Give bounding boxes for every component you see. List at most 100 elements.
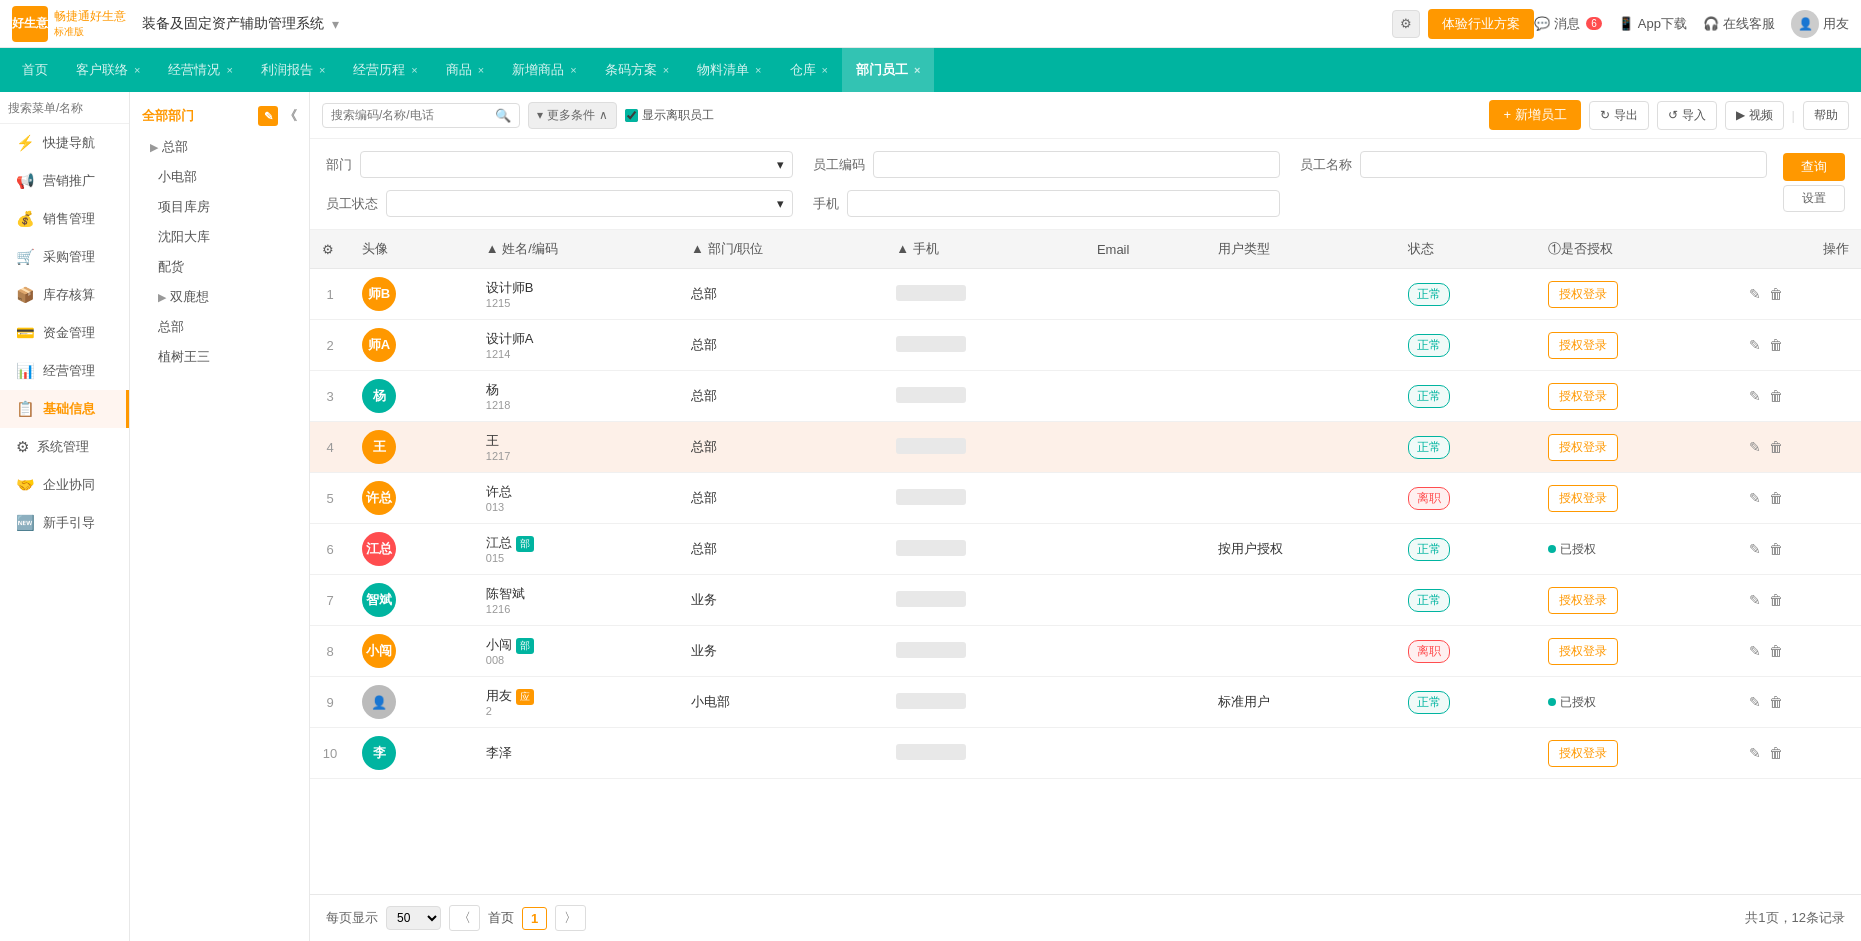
dept-item-沈阳大库[interactable]: 沈阳大库 [130,222,309,252]
nav-tab-新增商品[interactable]: 新增商品 × [498,48,590,92]
sidebar-item-system[interactable]: ⚙系统管理 [0,428,129,466]
show-resigned-input[interactable] [625,109,638,122]
delete-button[interactable]: 🗑 [1769,388,1783,404]
export-button[interactable]: ↻ 导出 [1589,101,1649,130]
dropdown-arrow-icon[interactable]: ▾ [332,16,339,32]
dept-item-总部[interactable]: 总部 [130,312,309,342]
close-tab-icon[interactable]: × [914,64,920,76]
prev-page-button[interactable]: 〈 [449,905,480,931]
col-phone[interactable]: ▲ 手机 [884,230,1085,269]
sidebar-item-guide[interactable]: 🆕新手引导 [0,504,129,542]
dept-item-总部[interactable]: ▶总部 [130,132,309,162]
emp-status-select[interactable]: ▾ [386,190,793,217]
edit-button[interactable]: ✎ [1749,439,1761,455]
sidebar-item-finance[interactable]: 💳资金管理 [0,314,129,352]
sidebar-item-marketing[interactable]: 📢营销推广 [0,162,129,200]
sidebar-item-basic[interactable]: 📋基础信息 [0,390,129,428]
nav-tab-商品[interactable]: 商品 × [432,48,498,92]
dept-item-双鹿想[interactable]: ▶双鹿想 [130,282,309,312]
sidebar-item-quick-nav[interactable]: ⚡快捷导航 [0,124,129,162]
delete-button[interactable]: 🗑 [1769,337,1783,353]
sidebar-item-operations[interactable]: 📊经营管理 [0,352,129,390]
nav-tab-经营历程[interactable]: 经营历程 × [339,48,431,92]
nav-tab-利润报告[interactable]: 利润报告 × [247,48,339,92]
delete-button[interactable]: 🗑 [1769,592,1783,608]
close-tab-icon[interactable]: × [411,64,417,76]
user-avatar[interactable]: 👤 用友 [1791,10,1849,38]
nav-tab-物料清单[interactable]: 物料清单 × [683,48,775,92]
add-employee-button[interactable]: + 新增员工 [1489,100,1580,130]
close-tab-icon[interactable]: × [663,64,669,76]
sidebar-item-collab[interactable]: 🤝企业协同 [0,466,129,504]
col-dept[interactable]: ▲ 部门/职位 [679,230,884,269]
delete-button[interactable]: 🗑 [1769,745,1783,761]
col-name[interactable]: ▲ 姓名/编码 [474,230,679,269]
delete-button[interactable]: 🗑 [1769,541,1783,557]
auth-button[interactable]: 授权登录 [1548,281,1618,308]
close-tab-icon[interactable]: × [822,64,828,76]
dept-filter-select[interactable]: ▾ [360,151,793,178]
auth-button[interactable]: 授权登录 [1548,332,1618,359]
delete-button[interactable]: 🗑 [1769,643,1783,659]
auth-button[interactable]: 授权登录 [1548,383,1618,410]
query-button[interactable]: 查询 [1783,153,1845,181]
gear-button[interactable]: ⚙ [1392,10,1420,38]
close-tab-icon[interactable]: × [319,64,325,76]
auth-button[interactable]: 授权登录 [1548,638,1618,665]
show-resigned-checkbox[interactable]: 显示离职员工 [625,107,714,124]
sidebar-item-purchase[interactable]: 🛒采购管理 [0,238,129,276]
edit-button[interactable]: ✎ [1749,388,1761,404]
online-service-button[interactable]: 🎧 在线客服 [1703,15,1775,33]
dept-collapse-button[interactable]: 《 [284,107,297,125]
more-filter-button[interactable]: ▾ 更多条件 ∧ [528,102,617,129]
view-button[interactable]: ▶ 视频 [1725,101,1784,130]
edit-button[interactable]: ✎ [1749,541,1761,557]
delete-button[interactable]: 🗑 [1769,490,1783,506]
help-button[interactable]: 帮助 [1803,101,1849,130]
emp-code-input[interactable] [873,151,1280,178]
sidebar-item-sales[interactable]: 💰销售管理 [0,200,129,238]
nav-tab-部门员工[interactable]: 部门员工 × [842,48,934,92]
page-size-select[interactable]: 50 100 [386,906,441,930]
edit-button[interactable]: ✎ [1749,286,1761,302]
auth-button[interactable]: 授权登录 [1548,740,1618,767]
app-download-button[interactable]: 📱 App下载 [1618,15,1687,33]
auth-button[interactable]: 授权登录 [1548,587,1618,614]
reset-button[interactable]: 设置 [1783,185,1845,212]
next-page-button[interactable]: 〉 [555,905,586,931]
dept-edit-button[interactable]: ✎ [258,106,278,126]
edit-button[interactable]: ✎ [1749,490,1761,506]
nav-tab-条码方案[interactable]: 条码方案 × [591,48,683,92]
emp-name-input[interactable] [1360,151,1767,178]
edit-button[interactable]: ✎ [1749,643,1761,659]
nav-tab-经营情况[interactable]: 经营情况 × [154,48,246,92]
edit-button[interactable]: ✎ [1749,694,1761,710]
close-tab-icon[interactable]: × [478,64,484,76]
dept-item-配货[interactable]: 配货 [130,252,309,282]
close-tab-icon[interactable]: × [755,64,761,76]
edit-button[interactable]: ✎ [1749,745,1761,761]
dept-item-项目库房[interactable]: 项目库房 [130,192,309,222]
dept-item-小电部[interactable]: 小电部 [130,162,309,192]
phone-input[interactable] [847,190,1280,217]
nav-tab-仓库[interactable]: 仓库 × [776,48,842,92]
dept-item-植树王三[interactable]: 植树王三 [130,342,309,372]
close-tab-icon[interactable]: × [570,64,576,76]
nav-tab-客户联络[interactable]: 客户联络 × [62,48,154,92]
delete-button[interactable]: 🗑 [1769,439,1783,455]
sidebar-item-inventory[interactable]: 📦库存核算 [0,276,129,314]
search-input[interactable] [331,108,491,122]
message-button[interactable]: 💬 消息 6 [1534,15,1602,33]
edit-button[interactable]: ✎ [1749,337,1761,353]
edit-button[interactable]: ✎ [1749,592,1761,608]
delete-button[interactable]: 🗑 [1769,694,1783,710]
auth-button[interactable]: 授权登录 [1548,434,1618,461]
auth-button[interactable]: 授权登录 [1548,485,1618,512]
sidebar-search-input[interactable] [8,101,130,115]
close-tab-icon[interactable]: × [134,64,140,76]
delete-button[interactable]: 🗑 [1769,286,1783,302]
nav-tab-首页[interactable]: 首页 [8,48,62,92]
col-settings[interactable]: ⚙ [310,230,350,269]
close-tab-icon[interactable]: × [226,64,232,76]
import-button[interactable]: ↺ 导入 [1657,101,1717,130]
